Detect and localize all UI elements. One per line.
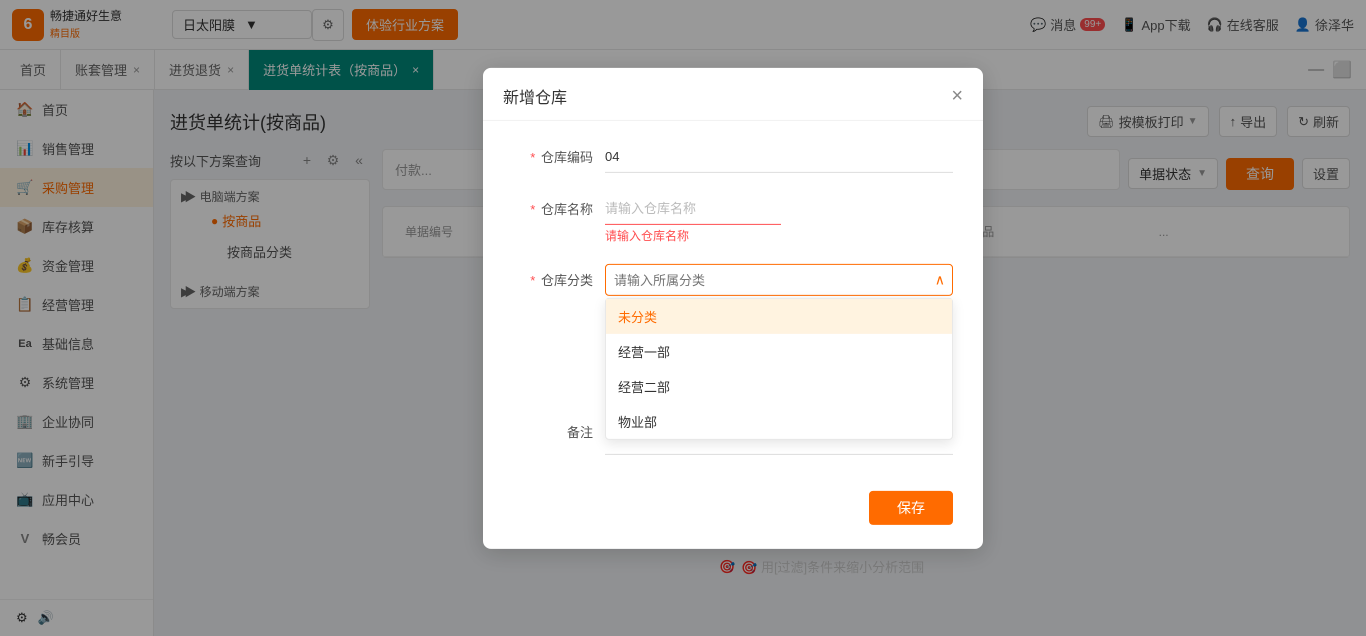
note-label: 备注 xyxy=(513,416,593,441)
category-select-wrap: ∧ 未分类 经营一部 经营二部 物业部 xyxy=(605,264,953,296)
dropdown-item-op3[interactable]: 物业部 xyxy=(606,404,952,439)
new-warehouse-modal: 新增仓库 × * 仓库编码 * 仓库名称 请输入仓库名称 xyxy=(483,68,983,549)
form-row-name: * 仓库名称 请输入仓库名称 xyxy=(513,193,953,244)
name-error-msg: 请输入仓库名称 xyxy=(605,227,781,244)
save-btn[interactable]: 保存 xyxy=(869,491,953,525)
modal-header: 新增仓库 × xyxy=(483,68,983,121)
category-dropdown: 未分类 经营一部 经营二部 物业部 xyxy=(605,298,953,440)
modal-close-btn[interactable]: × xyxy=(951,84,963,107)
form-row-category: * 仓库分类 ∧ 未分类 经营一部 经营二部 xyxy=(513,264,953,296)
category-label: * 仓库分类 xyxy=(513,264,593,289)
dropdown-item-op1[interactable]: 经营一部 xyxy=(606,334,952,369)
modal-body: * 仓库编码 * 仓库名称 请输入仓库名称 * 仓库分类 xyxy=(483,121,983,455)
name-input[interactable] xyxy=(605,193,781,225)
code-label: * 仓库编码 xyxy=(513,141,593,166)
dropdown-item-op2[interactable]: 经营二部 xyxy=(606,369,952,404)
form-row-code: * 仓库编码 xyxy=(513,141,953,173)
modal-title: 新增仓库 xyxy=(503,84,567,108)
name-label: * 仓库名称 xyxy=(513,193,593,218)
code-input[interactable] xyxy=(605,141,953,173)
category-input[interactable] xyxy=(605,264,953,296)
modal-footer: 保存 xyxy=(483,475,983,525)
dropdown-item-uncategorized[interactable]: 未分类 xyxy=(606,299,952,334)
